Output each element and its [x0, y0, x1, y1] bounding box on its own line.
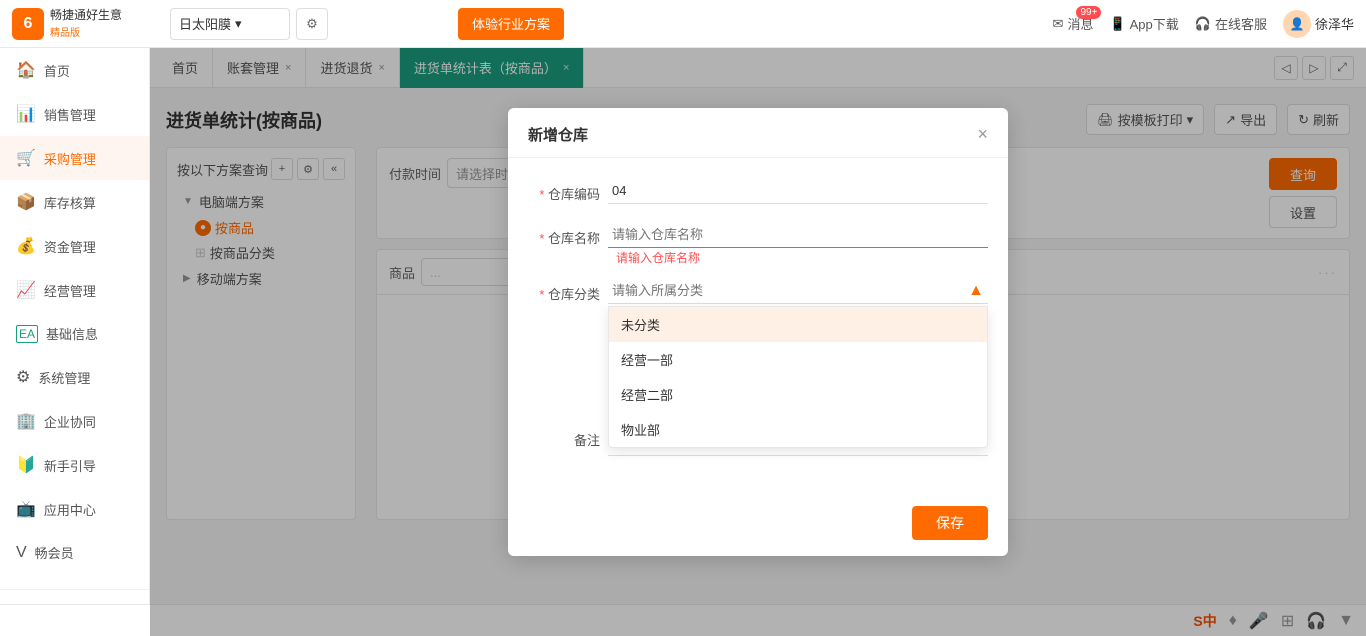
dropdown-item-dept2[interactable]: 经营二部 [609, 377, 987, 412]
inventory-icon: 📦 [16, 192, 36, 212]
modal-new-warehouse: 新增仓库 × 仓库编码 仓库名称 请输入仓库名称 [508, 108, 1008, 556]
category-dropdown: 未分类 经营一部 经营二部 物业部 [608, 306, 988, 448]
dropdown-item-uncategorized[interactable]: 未分类 [609, 307, 987, 342]
guide-icon: 🔰 [16, 455, 36, 475]
search-text: 日太阳膜 [179, 14, 231, 33]
message-group[interactable]: ✉ 消息 99+ [1053, 14, 1094, 33]
category-select-wrap: ▲ 未分类 经营一部 经营二部 物业部 [608, 278, 988, 304]
sidebar-item-enterprise[interactable]: 🏢 企业协同 [0, 399, 149, 443]
mobile-icon: 📱 [1109, 16, 1125, 32]
headset-icon: 🎧 [1195, 16, 1211, 32]
app-download-label: App下载 [1130, 14, 1179, 33]
sidebar-label-sales: 销售管理 [44, 105, 96, 124]
logo-title: 畅捷通好生意 [50, 8, 122, 24]
form-row-name: 仓库名称 请输入仓库名称 [528, 222, 988, 248]
sidebar-item-basic-info[interactable]: EA 基础信息 [0, 312, 149, 355]
sidebar: 🏠 首页 📊 销售管理 🛒 采购管理 📦 库存核算 💰 资金管理 📈 经营管理 … [0, 48, 150, 636]
avatar: 👤 [1283, 10, 1311, 38]
content-area: 首页 账套管理 × 进货退货 × 进货单统计表（按商品） × ◁ ▷ ⤢ [150, 48, 1366, 636]
notification-badge: 99+ [1076, 6, 1101, 19]
modal-footer: 保存 [508, 494, 1008, 556]
basic-info-icon: EA [16, 325, 38, 343]
sidebar-item-sales[interactable]: 📊 销售管理 [0, 92, 149, 136]
sidebar-item-home[interactable]: 🏠 首页 [0, 48, 149, 92]
logo-char: 6 [24, 15, 33, 33]
online-service-group[interactable]: 🎧 在线客服 [1195, 14, 1267, 33]
modal-close-button[interactable]: × [977, 124, 988, 145]
remark-label: 备注 [528, 424, 608, 449]
top-header: 6 畅捷通好生意 精品版 日太阳膜 ▾ ⚙ 体验行业方案 ✉ 消息 99+ 📱 … [0, 0, 1366, 48]
sidebar-label-vip: 畅会员 [35, 543, 74, 562]
chevron-down-icon: ▾ [235, 16, 242, 32]
sales-icon: 📊 [16, 104, 36, 124]
modal-body: 仓库编码 仓库名称 请输入仓库名称 仓库分类 ▲ [508, 158, 1008, 494]
user-area[interactable]: 👤 徐泽华 [1283, 10, 1354, 38]
logo-sub: 精品版 [50, 24, 122, 39]
category-label: 仓库分类 [528, 278, 608, 303]
vip-icon: V [16, 544, 27, 562]
sidebar-label-home: 首页 [44, 61, 70, 80]
app-logo: 6 [12, 8, 44, 40]
sidebar-label-enterprise: 企业协同 [44, 412, 96, 431]
sidebar-item-inventory[interactable]: 📦 库存核算 [0, 180, 149, 224]
save-button[interactable]: 保存 [912, 506, 988, 540]
modal-header: 新增仓库 × [508, 108, 1008, 158]
system-icon: ⚙ [16, 367, 30, 387]
sidebar-item-system[interactable]: ⚙ 系统管理 [0, 355, 149, 399]
sidebar-label-app-center: 应用中心 [44, 500, 96, 519]
sidebar-label-system: 系统管理 [38, 368, 90, 387]
sidebar-label-purchase: 采购管理 [44, 149, 96, 168]
online-service-label: 在线客服 [1215, 14, 1267, 33]
name-label: 仓库名称 [528, 222, 608, 247]
form-row-code: 仓库编码 [528, 178, 988, 204]
name-error-msg: 请输入仓库名称 [616, 249, 700, 266]
sidebar-label-inventory: 库存核算 [44, 193, 96, 212]
gear-button[interactable]: ⚙ [296, 8, 328, 40]
sidebar-item-app-center[interactable]: 📺 应用中心 [0, 487, 149, 531]
search-select[interactable]: 日太阳膜 ▾ [170, 8, 290, 40]
username-label: 徐泽华 [1315, 14, 1354, 33]
purchase-icon: 🛒 [16, 148, 36, 168]
sidebar-label-finance: 资金管理 [44, 237, 96, 256]
message-icon: ✉ [1053, 16, 1064, 32]
app-download-group[interactable]: 📱 App下载 [1109, 14, 1178, 33]
dropdown-item-dept1[interactable]: 经营一部 [609, 342, 987, 377]
main-layout: 🏠 首页 📊 销售管理 🛒 采购管理 📦 库存核算 💰 资金管理 📈 经营管理 … [0, 48, 1366, 636]
modal-title: 新增仓库 [528, 124, 588, 145]
code-label: 仓库编码 [528, 178, 608, 203]
sidebar-item-vip[interactable]: V 畅会员 [0, 531, 149, 574]
sidebar-label-operations: 经营管理 [44, 281, 96, 300]
search-area: 日太阳膜 ▾ ⚙ [170, 8, 450, 40]
operations-icon: 📈 [16, 280, 36, 300]
logo-text-block: 畅捷通好生意 精品版 [50, 8, 122, 39]
app-center-icon: 📺 [16, 499, 36, 519]
enterprise-icon: 🏢 [16, 411, 36, 431]
chevron-up-icon[interactable]: ▲ [968, 282, 984, 300]
home-icon: 🏠 [16, 60, 36, 80]
trial-button[interactable]: 体验行业方案 [458, 8, 564, 40]
sidebar-label-basic-info: 基础信息 [46, 324, 98, 343]
code-input[interactable] [608, 178, 988, 204]
sidebar-label-guide: 新手引导 [44, 456, 96, 475]
sidebar-item-operations[interactable]: 📈 经营管理 [0, 268, 149, 312]
sidebar-item-purchase[interactable]: 🛒 采购管理 [0, 136, 149, 180]
finance-icon: 💰 [16, 236, 36, 256]
name-input[interactable] [608, 222, 988, 248]
form-row-category: 仓库分类 ▲ 未分类 经营一部 经营二部 物业部 [528, 278, 988, 304]
logo-area: 6 畅捷通好生意 精品版 [12, 8, 162, 40]
sidebar-item-finance[interactable]: 💰 资金管理 [0, 224, 149, 268]
gear-icon: ⚙ [306, 16, 318, 32]
header-right: ✉ 消息 99+ 📱 App下载 🎧 在线客服 👤 徐泽华 [1053, 10, 1354, 38]
modal-overlay: 新增仓库 × 仓库编码 仓库名称 请输入仓库名称 [150, 48, 1366, 636]
dropdown-item-property[interactable]: 物业部 [609, 412, 987, 447]
sidebar-item-guide[interactable]: 🔰 新手引导 [0, 443, 149, 487]
category-input[interactable] [608, 278, 988, 304]
